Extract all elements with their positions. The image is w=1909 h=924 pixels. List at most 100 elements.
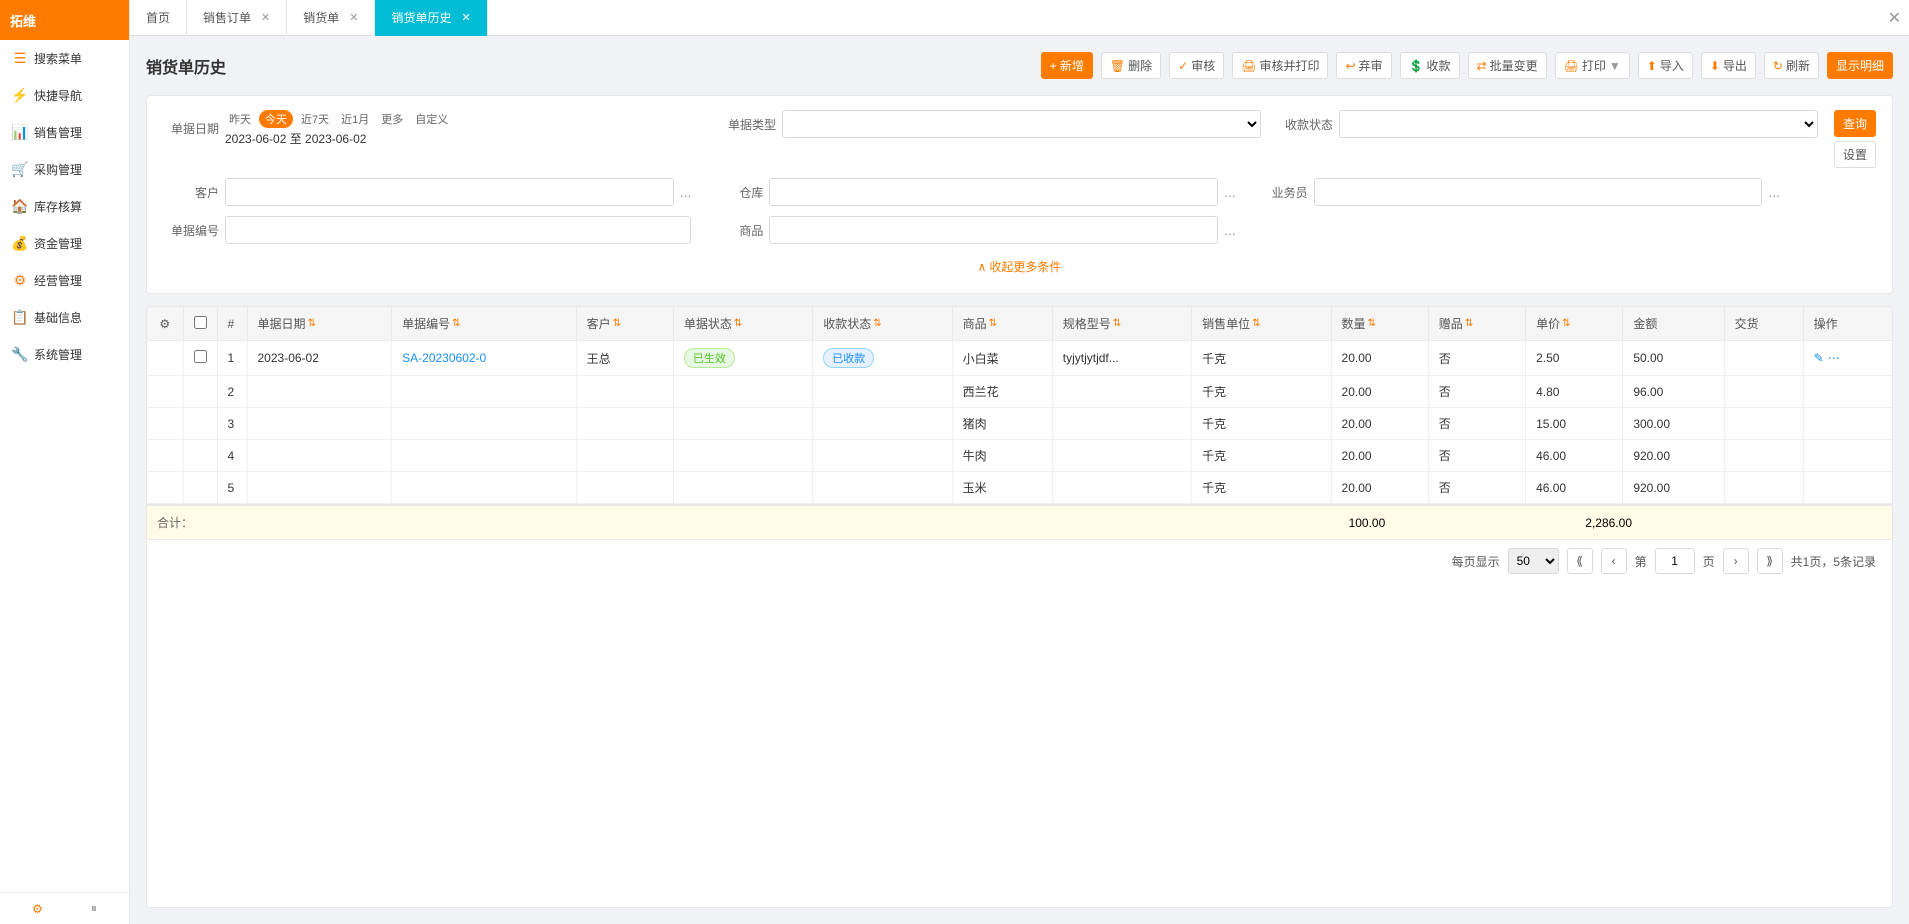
- row-doc-number: [392, 376, 576, 408]
- date-today[interactable]: 今天: [259, 110, 293, 128]
- price-col-header[interactable]: 单价 ⇅: [1526, 307, 1623, 341]
- collect-status-select[interactable]: [1339, 110, 1818, 138]
- customer-input[interactable]: [225, 178, 674, 206]
- tab-sales-order-label: 销售订单: [203, 9, 251, 26]
- row-unit: 千克: [1192, 440, 1331, 472]
- sidebar-item-quick-nav[interactable]: ⚡ 快捷导航: [0, 77, 129, 114]
- row-goods: 小白菜: [952, 341, 1052, 376]
- unit-col-header[interactable]: 销售单位 ⇅: [1192, 307, 1331, 341]
- new-button[interactable]: + 新增: [1041, 52, 1093, 79]
- customer-picker-icon[interactable]: ...: [680, 184, 692, 200]
- date-range[interactable]: 2023-06-02 至 2023-06-02: [225, 130, 704, 147]
- setting-button[interactable]: 设置: [1834, 141, 1876, 168]
- tab-sales-goods[interactable]: 销货单 ✕: [287, 0, 375, 36]
- tab-sales-order[interactable]: 销售订单 ✕: [187, 0, 287, 36]
- print-dropdown-icon: ▼: [1609, 59, 1621, 73]
- per-page-select[interactable]: 50 100 200: [1508, 548, 1559, 574]
- settings-col-header[interactable]: ⚙: [147, 307, 183, 341]
- table-row: 4牛肉千克20.00否46.00920.00: [147, 440, 1892, 472]
- warehouse-input[interactable]: [769, 178, 1218, 206]
- query-button[interactable]: 查询: [1834, 110, 1876, 137]
- import-icon: ⬆: [1647, 59, 1657, 73]
- collect-status-col-header[interactable]: 收款状态 ⇅: [813, 307, 952, 341]
- date-more[interactable]: 更多: [377, 110, 407, 128]
- tab-bar-close[interactable]: ✕: [1888, 8, 1909, 28]
- date-custom[interactable]: 自定义: [411, 110, 452, 128]
- collapse-label: 收起更多条件: [989, 258, 1061, 275]
- sidebar-item-operation-mgmt[interactable]: ⚙ 经营管理: [0, 262, 129, 299]
- batch-change-button[interactable]: ⇄ 批量变更: [1468, 52, 1547, 79]
- abandon-button[interactable]: ↩ 弃审: [1336, 52, 1391, 79]
- delete-button[interactable]: 🗑 删除: [1101, 52, 1161, 79]
- row-collect-status: [813, 408, 952, 440]
- sidebar-item-system-mgmt[interactable]: 🔧 系统管理: [0, 336, 129, 373]
- sidebar-item-inventory[interactable]: 🏠 库存核算: [0, 188, 129, 225]
- customer-col-header[interactable]: 客户 ⇅: [576, 307, 673, 341]
- gift-col-label: 赠品: [1439, 315, 1463, 332]
- sidebar-item-sales-mgmt[interactable]: 📊 销售管理: [0, 114, 129, 151]
- tab-sales-goods-close[interactable]: ✕: [349, 11, 358, 24]
- print-button[interactable]: 🖨 打印 ▼: [1555, 52, 1630, 79]
- sidebar-item-finance-mgmt[interactable]: 💰 资金管理: [0, 225, 129, 262]
- page-next-btn[interactable]: ›: [1723, 548, 1749, 574]
- spec-col-label: 规格型号: [1063, 315, 1111, 332]
- sidebar-item-purchase-mgmt[interactable]: 🛒 采购管理: [0, 151, 129, 188]
- tab-home[interactable]: 首页: [130, 0, 187, 36]
- audit-button[interactable]: ✓ 审核: [1169, 52, 1224, 79]
- warehouse-picker-icon[interactable]: ...: [1224, 184, 1236, 200]
- edit-action-btn[interactable]: ✎: [1814, 351, 1824, 365]
- sales-mgmt-icon: 📊: [12, 125, 28, 141]
- row-seq: 5: [217, 472, 247, 504]
- doc-number-col-header[interactable]: 单据编号 ⇅: [392, 307, 576, 341]
- spec-col-header[interactable]: 规格型号 ⇅: [1052, 307, 1191, 341]
- row-doc-number-link[interactable]: SA-20230602-0: [402, 351, 486, 365]
- date-1month[interactable]: 近1月: [337, 110, 373, 128]
- more-action-btn[interactable]: ⋯: [1828, 351, 1840, 365]
- import-button[interactable]: ⬆ 导入: [1638, 52, 1693, 79]
- sidebar-settings-icon[interactable]: ⚙: [32, 902, 43, 916]
- sidebar-item-basic-info[interactable]: 📋 基础信息: [0, 299, 129, 336]
- row-seq: 3: [217, 408, 247, 440]
- salesperson-input[interactable]: [1314, 178, 1763, 206]
- gift-col-header[interactable]: 赠品 ⇅: [1428, 307, 1525, 341]
- tab-sales-history-close[interactable]: ✕: [462, 11, 471, 24]
- tab-sales-order-close[interactable]: ✕: [261, 11, 270, 24]
- doc-type-select[interactable]: [782, 110, 1261, 138]
- date-yesterday[interactable]: 昨天: [225, 110, 255, 128]
- audit-icon: ✓: [1178, 59, 1188, 73]
- page-label-prefix: 第: [1635, 553, 1647, 570]
- date-7days[interactable]: 近7天: [297, 110, 333, 128]
- collapse-more-btn[interactable]: ∧ 收起更多条件: [163, 254, 1876, 279]
- show-detail-button[interactable]: 显示明细: [1827, 52, 1893, 79]
- select-all-checkbox[interactable]: [194, 316, 207, 329]
- row-checkbox[interactable]: [194, 350, 207, 363]
- row-collect-status: [813, 376, 952, 408]
- doc-status-col-header[interactable]: 单据状态 ⇅: [673, 307, 812, 341]
- audit-print-button[interactable]: 🖨 审核并打印: [1232, 52, 1328, 79]
- tab-sales-history[interactable]: 销货单历史 ✕: [375, 0, 487, 36]
- collect-button[interactable]: 💲 收款: [1400, 52, 1460, 79]
- export-button[interactable]: ⬇ 导出: [1701, 52, 1756, 79]
- page-last-btn[interactable]: ⟫: [1757, 548, 1783, 574]
- table-settings-icon[interactable]: ⚙: [159, 317, 170, 331]
- goods-picker-icon[interactable]: ...: [1224, 222, 1236, 238]
- row-customer: [576, 408, 673, 440]
- sidebar-collapse-icon[interactable]: ⏸: [91, 901, 97, 916]
- page-first-btn[interactable]: ⟪: [1567, 548, 1593, 574]
- date-shortcuts: 昨天 今天 近7天 近1月 更多 自定义: [225, 110, 704, 128]
- qty-col-header[interactable]: 数量 ⇅: [1331, 307, 1428, 341]
- page-number-input[interactable]: [1655, 548, 1695, 574]
- sidebar-item-label: 经营管理: [34, 272, 82, 289]
- refresh-button[interactable]: ↻ 刷新: [1764, 52, 1819, 79]
- doc-type-label: 单据类型: [720, 116, 776, 133]
- page-prev-btn[interactable]: ‹: [1601, 548, 1627, 574]
- print-button-label: 打印: [1582, 57, 1606, 74]
- collapse-chevron-icon: ∧: [978, 260, 987, 274]
- doc-number-input[interactable]: [225, 216, 691, 244]
- salesperson-picker-icon[interactable]: ...: [1768, 184, 1780, 200]
- goods-input[interactable]: [769, 216, 1218, 244]
- goods-col-header[interactable]: 商品 ⇅: [952, 307, 1052, 341]
- sidebar-item-search-menu[interactable]: ☰ 搜索菜单: [0, 40, 129, 77]
- sidebar-item-label: 快捷导航: [34, 87, 82, 104]
- doc-date-col-header[interactable]: 单据日期 ⇅: [247, 307, 392, 341]
